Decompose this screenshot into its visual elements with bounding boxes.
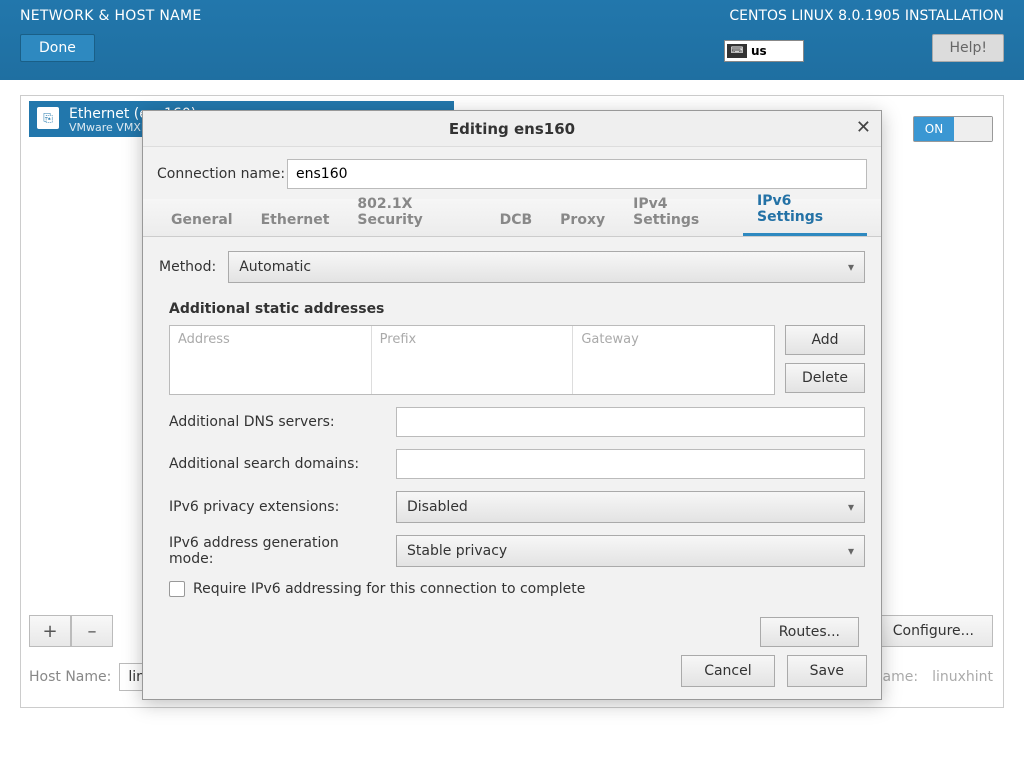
connection-name-label: Connection name: xyxy=(157,166,287,182)
header-bar: NETWORK & HOST NAME CENTOS LINUX 8.0.190… xyxy=(0,0,1024,80)
current-hostname-value: linuxhint xyxy=(932,669,993,685)
add-address-button[interactable]: Add xyxy=(785,325,865,355)
dns-label: Additional DNS servers: xyxy=(169,414,384,430)
remove-device-button[interactable]: – xyxy=(71,615,113,647)
installer-title: CENTOS LINUX 8.0.1905 INSTALLATION xyxy=(729,8,1004,24)
hostname-label: Host Name: xyxy=(29,669,111,685)
toggle-on-label: ON xyxy=(914,117,954,141)
done-button[interactable]: Done xyxy=(20,34,95,62)
addr-gen-select[interactable]: Stable privacy xyxy=(396,535,865,567)
tab-general[interactable]: General xyxy=(157,204,247,236)
privacy-ext-label: IPv6 privacy extensions: xyxy=(169,499,384,515)
device-add-remove: + – xyxy=(29,615,113,647)
routes-button[interactable]: Routes... xyxy=(760,617,859,647)
dns-input[interactable] xyxy=(396,407,865,437)
dialog-title-bar: Editing ens160 ✕ xyxy=(143,111,881,147)
keyboard-indicator[interactable]: us xyxy=(724,40,804,62)
method-value: Automatic xyxy=(239,259,311,275)
ipv6-settings-pane: Method: Automatic Additional static addr… xyxy=(157,237,867,647)
close-icon[interactable]: ✕ xyxy=(856,117,871,138)
addresses-table[interactable]: Address Prefix Gateway xyxy=(169,325,775,395)
method-select[interactable]: Automatic xyxy=(228,251,865,283)
tab-8021x[interactable]: 802.1X Security xyxy=(343,188,485,236)
keyboard-layout: us xyxy=(751,44,767,58)
addresses-heading: Additional static addresses xyxy=(169,301,865,317)
delete-address-button[interactable]: Delete xyxy=(785,363,865,393)
addr-gen-label: IPv6 address generation mode: xyxy=(169,535,384,567)
tab-ethernet[interactable]: Ethernet xyxy=(247,204,344,236)
privacy-ext-value: Disabled xyxy=(407,499,468,515)
require-ipv6-checkbox[interactable] xyxy=(169,581,185,597)
tab-proxy[interactable]: Proxy xyxy=(546,204,619,236)
page-title: NETWORK & HOST NAME xyxy=(20,8,202,24)
save-button[interactable]: Save xyxy=(787,655,867,687)
toggle-knob xyxy=(954,117,992,141)
configure-button[interactable]: Configure... xyxy=(874,615,993,647)
privacy-ext-select[interactable]: Disabled xyxy=(396,491,865,523)
require-ipv6-label: Require IPv6 addressing for this connect… xyxy=(193,581,585,597)
col-prefix: Prefix xyxy=(372,326,574,394)
tab-bar: General Ethernet 802.1X Security DCB Pro… xyxy=(143,199,881,237)
tab-ipv6[interactable]: IPv6 Settings xyxy=(743,185,867,236)
tab-dcb[interactable]: DCB xyxy=(486,204,547,236)
tab-ipv4[interactable]: IPv4 Settings xyxy=(619,188,743,236)
cancel-button[interactable]: Cancel xyxy=(681,655,774,687)
ethernet-icon: ⎘ xyxy=(37,107,59,129)
connection-toggle[interactable]: ON xyxy=(913,116,993,142)
col-address: Address xyxy=(170,326,372,394)
help-button[interactable]: Help! xyxy=(932,34,1004,62)
col-gateway: Gateway xyxy=(573,326,774,394)
edit-connection-dialog: Editing ens160 ✕ Connection name: Genera… xyxy=(142,110,882,700)
keyboard-icon xyxy=(727,44,747,58)
method-label: Method: xyxy=(159,259,216,275)
search-domains-input[interactable] xyxy=(396,449,865,479)
dialog-title: Editing ens160 xyxy=(449,120,575,138)
addr-gen-value: Stable privacy xyxy=(407,543,507,559)
search-domains-label: Additional search domains: xyxy=(169,456,384,472)
add-device-button[interactable]: + xyxy=(29,615,71,647)
